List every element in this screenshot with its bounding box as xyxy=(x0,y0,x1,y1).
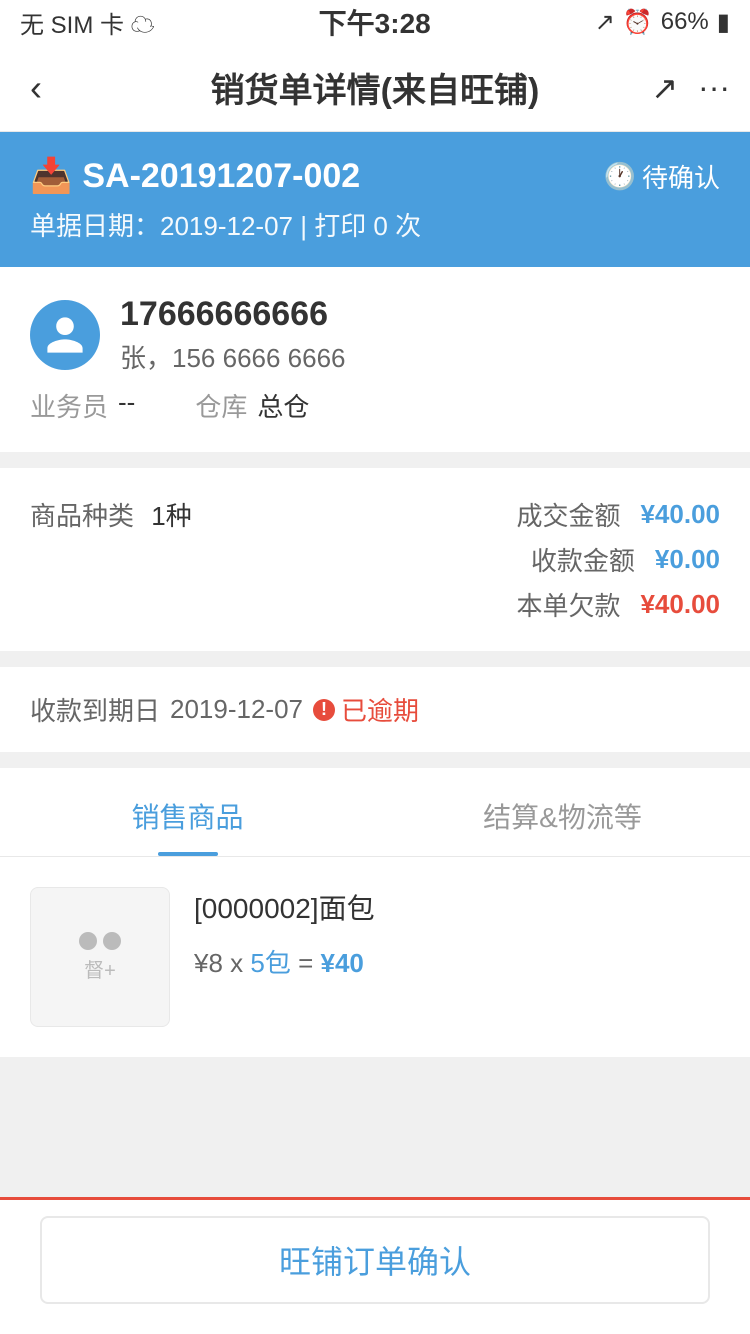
unit-price: ¥8 x xyxy=(194,948,250,978)
due-date-value: 2019-12-07 xyxy=(170,694,303,725)
clock-icon: 🕐 xyxy=(604,161,636,192)
salesperson-item: 业务员 -- xyxy=(30,387,135,424)
amount-summary: 成交金额 ¥40.00 收款金额 ¥0.00 本单欠款 ¥40.00 xyxy=(516,496,720,623)
salesperson-value: -- xyxy=(118,387,135,424)
product-qty: 5包 xyxy=(250,948,290,978)
customer-section: 17666666666 张，156 6666 6666 业务员 -- 仓库 总仓 xyxy=(0,267,750,452)
order-status-text: 待确认 xyxy=(642,158,720,195)
back-button[interactable]: ‹ xyxy=(20,57,52,119)
nav-bar: ‹ 销货单详情(来自旺铺) ↗ ··· xyxy=(0,44,750,132)
product-item: 督+ [0000002]面包 ¥8 x 5包 = ¥40 xyxy=(0,857,750,1057)
warehouse-item: 仓库 总仓 xyxy=(195,387,309,424)
warehouse-label: 仓库 xyxy=(195,387,247,424)
alarm-icon: ⏰ xyxy=(623,8,653,37)
product-price: ¥8 x 5包 = ¥40 xyxy=(194,943,720,980)
customer-meta: 业务员 -- 仓库 总仓 xyxy=(30,387,720,424)
product-type-label: 商品种类 xyxy=(30,501,134,531)
received-amount-value: ¥0.00 xyxy=(655,544,720,575)
debt-amount-row: 本单欠款 ¥40.00 xyxy=(516,586,720,623)
logo-eye-left xyxy=(79,932,97,950)
summary-section: 商品种类 1种 成交金额 ¥40.00 收款金额 ¥0.00 本单欠款 ¥40.… xyxy=(0,468,750,651)
debt-amount-value: ¥40.00 xyxy=(640,589,720,620)
status-right: ↗ ⏰ 66% ▮ xyxy=(595,8,730,37)
deal-amount-row: 成交金额 ¥40.00 xyxy=(516,496,720,533)
customer-phone: 17666666666 xyxy=(120,295,346,334)
product-type-area: 商品种类 1种 xyxy=(30,496,192,623)
status-left: 无 SIM 卡 ☁ xyxy=(20,5,155,40)
page-title: 销货单详情(来自旺铺) xyxy=(211,63,540,112)
product-type-value: 1种 xyxy=(151,501,191,531)
customer-info: 17666666666 张，156 6666 6666 xyxy=(120,295,346,375)
sim-status: 无 SIM 卡 ☁ xyxy=(20,5,155,40)
received-amount-label: 收款金额 xyxy=(531,541,635,578)
due-date-label: 收款到期日 xyxy=(30,691,160,728)
product-info: [0000002]面包 ¥8 x 5包 = ¥40 xyxy=(194,887,720,980)
order-id: 📥 SA-20191207-002 xyxy=(30,156,360,196)
share-icon[interactable]: ↗ xyxy=(651,69,678,107)
product-list: 督+ [0000002]面包 ¥8 x 5包 = ¥40 xyxy=(0,857,750,1057)
location-icon: ↗ xyxy=(595,8,615,37)
deal-amount-label: 成交金额 xyxy=(516,496,620,533)
order-status: 🕐 待确认 xyxy=(604,158,720,195)
overdue-text: 已逾期 xyxy=(341,691,419,728)
tab-settlement[interactable]: 结算&物流等 xyxy=(375,768,750,856)
order-header-card: 📥 SA-20191207-002 🕐 待确认 单据日期：2019-12-07 … xyxy=(0,132,750,267)
header-top: 📥 SA-20191207-002 🕐 待确认 xyxy=(30,156,720,196)
status-time: 下午3:28 xyxy=(319,2,431,42)
due-date-section: 收款到期日 2019-12-07 ! 已逾期 xyxy=(0,667,750,752)
confirm-order-button[interactable]: 旺铺订单确认 xyxy=(40,1216,710,1304)
customer-row: 17666666666 张，156 6666 6666 xyxy=(30,295,720,375)
battery-icon: ▮ xyxy=(717,8,730,37)
debt-amount-label: 本单欠款 xyxy=(516,586,620,623)
product-image: 督+ xyxy=(30,887,170,1027)
logo-eyes xyxy=(79,932,121,950)
customer-avatar xyxy=(30,300,100,370)
order-id-text: SA-20191207-002 xyxy=(82,157,360,196)
customer-name: 张，156 6666 6666 xyxy=(120,338,346,375)
battery-status: 66% xyxy=(661,8,709,36)
logo-plus: 督+ xyxy=(84,954,116,983)
deal-amount-value: ¥40.00 xyxy=(640,499,720,530)
user-icon xyxy=(43,313,87,357)
product-name: [0000002]面包 xyxy=(194,887,720,927)
more-icon[interactable]: ··· xyxy=(698,69,730,106)
nav-actions: ↗ ··· xyxy=(651,69,730,107)
product-logo: 督+ xyxy=(79,932,121,983)
equals-sign: = xyxy=(291,948,321,978)
product-total: ¥40 xyxy=(320,948,363,978)
product-tabs: 销售商品 结算&物流等 xyxy=(0,768,750,857)
received-amount-row: 收款金额 ¥0.00 xyxy=(531,541,720,578)
bottom-bar: 旺铺订单确认 xyxy=(0,1197,750,1334)
order-icon: 📥 xyxy=(30,156,72,196)
overdue-badge: ! 已逾期 xyxy=(313,691,419,728)
order-date: 单据日期：2019-12-07 | 打印 0 次 xyxy=(30,206,720,243)
warehouse-value: 总仓 xyxy=(257,387,309,424)
tab-products[interactable]: 销售商品 xyxy=(0,768,375,856)
salesperson-label: 业务员 xyxy=(30,387,108,424)
status-bar: 无 SIM 卡 ☁ 下午3:28 ↗ ⏰ 66% ▮ xyxy=(0,0,750,44)
logo-eye-right xyxy=(103,932,121,950)
overdue-icon: ! xyxy=(313,699,335,721)
